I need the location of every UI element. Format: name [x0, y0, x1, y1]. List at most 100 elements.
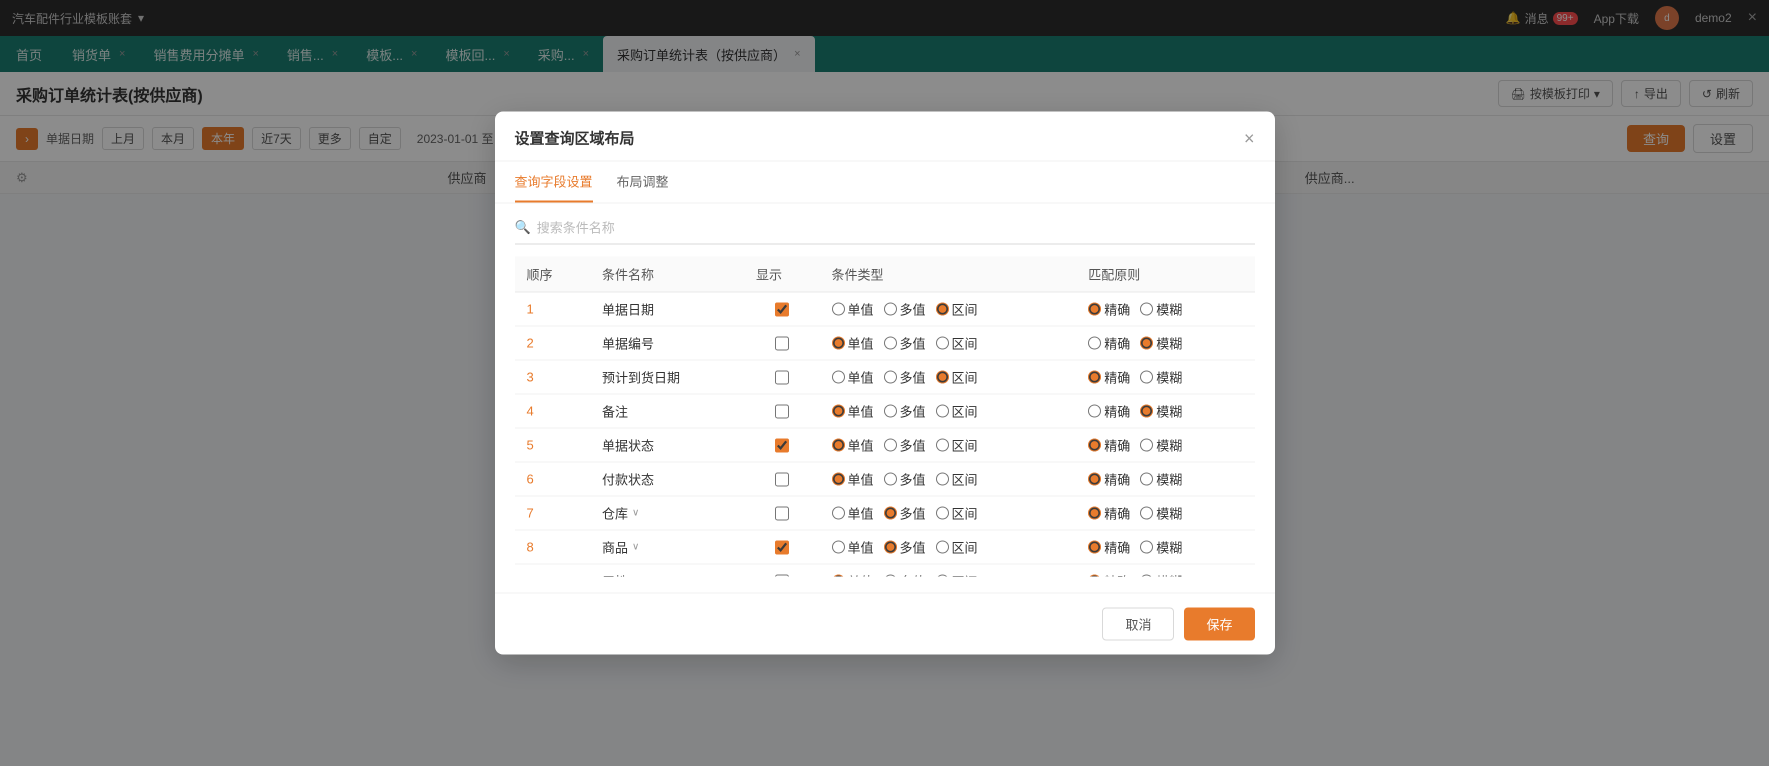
- match-exact[interactable]: 精确: [1088, 504, 1130, 523]
- modal-header: 设置查询区域布局 ×: [495, 112, 1275, 162]
- type-radio-group: 单值 多值 区间: [832, 470, 1065, 489]
- type-range[interactable]: 区间: [936, 470, 978, 489]
- type-radio-group: 单值 多值 区间: [832, 402, 1065, 421]
- type-multi[interactable]: 多值: [884, 538, 926, 557]
- row-name: 商品 ∨: [590, 530, 744, 564]
- match-fuzzy[interactable]: 模糊: [1140, 334, 1182, 353]
- type-single[interactable]: 单值: [832, 538, 874, 557]
- match-fuzzy[interactable]: 模糊: [1140, 368, 1182, 387]
- type-single[interactable]: 单值: [832, 470, 874, 489]
- modal-tab-field-settings[interactable]: 查询字段设置: [515, 162, 593, 203]
- save-button[interactable]: 保存: [1184, 608, 1254, 641]
- match-exact[interactable]: 精确: [1088, 300, 1130, 319]
- match-exact[interactable]: 精确: [1088, 402, 1130, 421]
- match-radio-group: 精确 模糊: [1088, 572, 1242, 577]
- type-single[interactable]: 单值: [832, 402, 874, 421]
- match-exact[interactable]: 精确: [1088, 470, 1130, 489]
- match-radio-group: 精确 模糊: [1088, 470, 1242, 489]
- search-input[interactable]: [537, 220, 1255, 235]
- table-head: 顺序 条件名称 显示 条件类型 匹配原则: [515, 257, 1255, 293]
- match-fuzzy[interactable]: 模糊: [1140, 504, 1182, 523]
- match-exact[interactable]: 精确: [1088, 436, 1130, 455]
- match-exact[interactable]: 精确: [1088, 334, 1130, 353]
- type-multi[interactable]: 多值: [884, 368, 926, 387]
- type-single[interactable]: 单值: [832, 300, 874, 319]
- type-multi[interactable]: 多值: [884, 470, 926, 489]
- type-range[interactable]: 区间: [936, 436, 978, 455]
- type-range[interactable]: 区间: [936, 572, 978, 577]
- match-fuzzy[interactable]: 模糊: [1140, 300, 1182, 319]
- type-multi[interactable]: 多值: [884, 436, 926, 455]
- modal-close-button[interactable]: ×: [1244, 129, 1255, 147]
- row-name: 单据编号: [590, 326, 744, 360]
- type-radio-group: 单值 多值 区间: [832, 572, 1065, 577]
- type-multi[interactable]: 多值: [884, 572, 926, 577]
- row-num: 1: [527, 302, 534, 317]
- match-fuzzy[interactable]: 模糊: [1140, 470, 1182, 489]
- type-range[interactable]: 区间: [936, 504, 978, 523]
- type-multi[interactable]: 多值: [884, 300, 926, 319]
- type-single[interactable]: 单值: [832, 572, 874, 577]
- type-range[interactable]: 区间: [936, 402, 978, 421]
- match-exact[interactable]: 精确: [1088, 538, 1130, 557]
- conditions-table: 顺序 条件名称 显示 条件类型 匹配原则 1 单据日期: [515, 257, 1255, 577]
- display-checkbox[interactable]: [775, 370, 789, 384]
- type-radio-group: 单值 多值 区间: [832, 538, 1065, 557]
- display-checkbox[interactable]: [775, 540, 789, 554]
- cancel-button[interactable]: 取消: [1102, 608, 1174, 641]
- row-num: 8: [527, 540, 534, 555]
- table-row: 5 单据状态 单值 多值 区间 精确: [515, 428, 1255, 462]
- table-row: 3 预计到货日期 单值 多值 区间 精确: [515, 360, 1255, 394]
- match-radio-group: 精确 模糊: [1088, 300, 1242, 319]
- match-radio-group: 精确 模糊: [1088, 402, 1242, 421]
- type-multi[interactable]: 多值: [884, 504, 926, 523]
- row-name: 单据状态: [590, 428, 744, 462]
- match-radio-group: 精确 模糊: [1088, 538, 1242, 557]
- type-single[interactable]: 单值: [832, 436, 874, 455]
- match-radio-group: 精确 模糊: [1088, 436, 1242, 455]
- row-num: 7: [527, 506, 534, 521]
- modal-tab-layout-adjust[interactable]: 布局调整: [617, 162, 669, 203]
- match-radio-group: 精确 模糊: [1088, 334, 1242, 353]
- th-order: 顺序: [515, 257, 591, 293]
- table-row: 2 单据编号 单值 多值 区间 精确: [515, 326, 1255, 360]
- table-row: 9 属性 ∨ 单值 多值 区间: [515, 564, 1255, 577]
- display-checkbox[interactable]: [775, 438, 789, 452]
- type-range[interactable]: 区间: [936, 300, 978, 319]
- type-single[interactable]: 单值: [832, 334, 874, 353]
- match-radio-group: 精确 模糊: [1088, 504, 1242, 523]
- match-fuzzy[interactable]: 模糊: [1140, 436, 1182, 455]
- row-num: 2: [527, 336, 534, 351]
- modal-search: 🔍: [515, 220, 1255, 245]
- th-display: 显示: [744, 257, 820, 293]
- display-checkbox[interactable]: [775, 574, 789, 577]
- display-checkbox[interactable]: [775, 472, 789, 486]
- display-checkbox[interactable]: [775, 404, 789, 418]
- type-range[interactable]: 区间: [936, 334, 978, 353]
- type-range[interactable]: 区间: [936, 538, 978, 557]
- row-num: 3: [527, 370, 534, 385]
- type-range[interactable]: 区间: [936, 368, 978, 387]
- type-multi[interactable]: 多值: [884, 402, 926, 421]
- type-single[interactable]: 单值: [832, 368, 874, 387]
- row-num: 5: [527, 438, 534, 453]
- match-exact[interactable]: 精确: [1088, 368, 1130, 387]
- type-multi[interactable]: 多值: [884, 334, 926, 353]
- display-checkbox[interactable]: [775, 336, 789, 350]
- match-fuzzy[interactable]: 模糊: [1140, 402, 1182, 421]
- match-fuzzy[interactable]: 模糊: [1140, 572, 1182, 577]
- display-checkbox[interactable]: [775, 506, 789, 520]
- dropdown-arrow-icon: ∨: [632, 508, 639, 519]
- table-row: 7 仓库 ∨ 单值 多值 区间: [515, 496, 1255, 530]
- match-radio-group: 精确 模糊: [1088, 368, 1242, 387]
- row-name: 预计到货日期: [590, 360, 744, 394]
- display-checkbox[interactable]: [775, 302, 789, 316]
- type-single[interactable]: 单值: [832, 504, 874, 523]
- match-exact[interactable]: 精确: [1088, 572, 1130, 577]
- row-name: 备注: [590, 394, 744, 428]
- row-num: 6: [527, 472, 534, 487]
- match-fuzzy[interactable]: 模糊: [1140, 538, 1182, 557]
- dropdown-arrow-icon: ∨: [632, 576, 639, 577]
- type-radio-group: 单值 多值 区间: [832, 334, 1065, 353]
- table-row: 8 商品 ∨ 单值 多值 区间: [515, 530, 1255, 564]
